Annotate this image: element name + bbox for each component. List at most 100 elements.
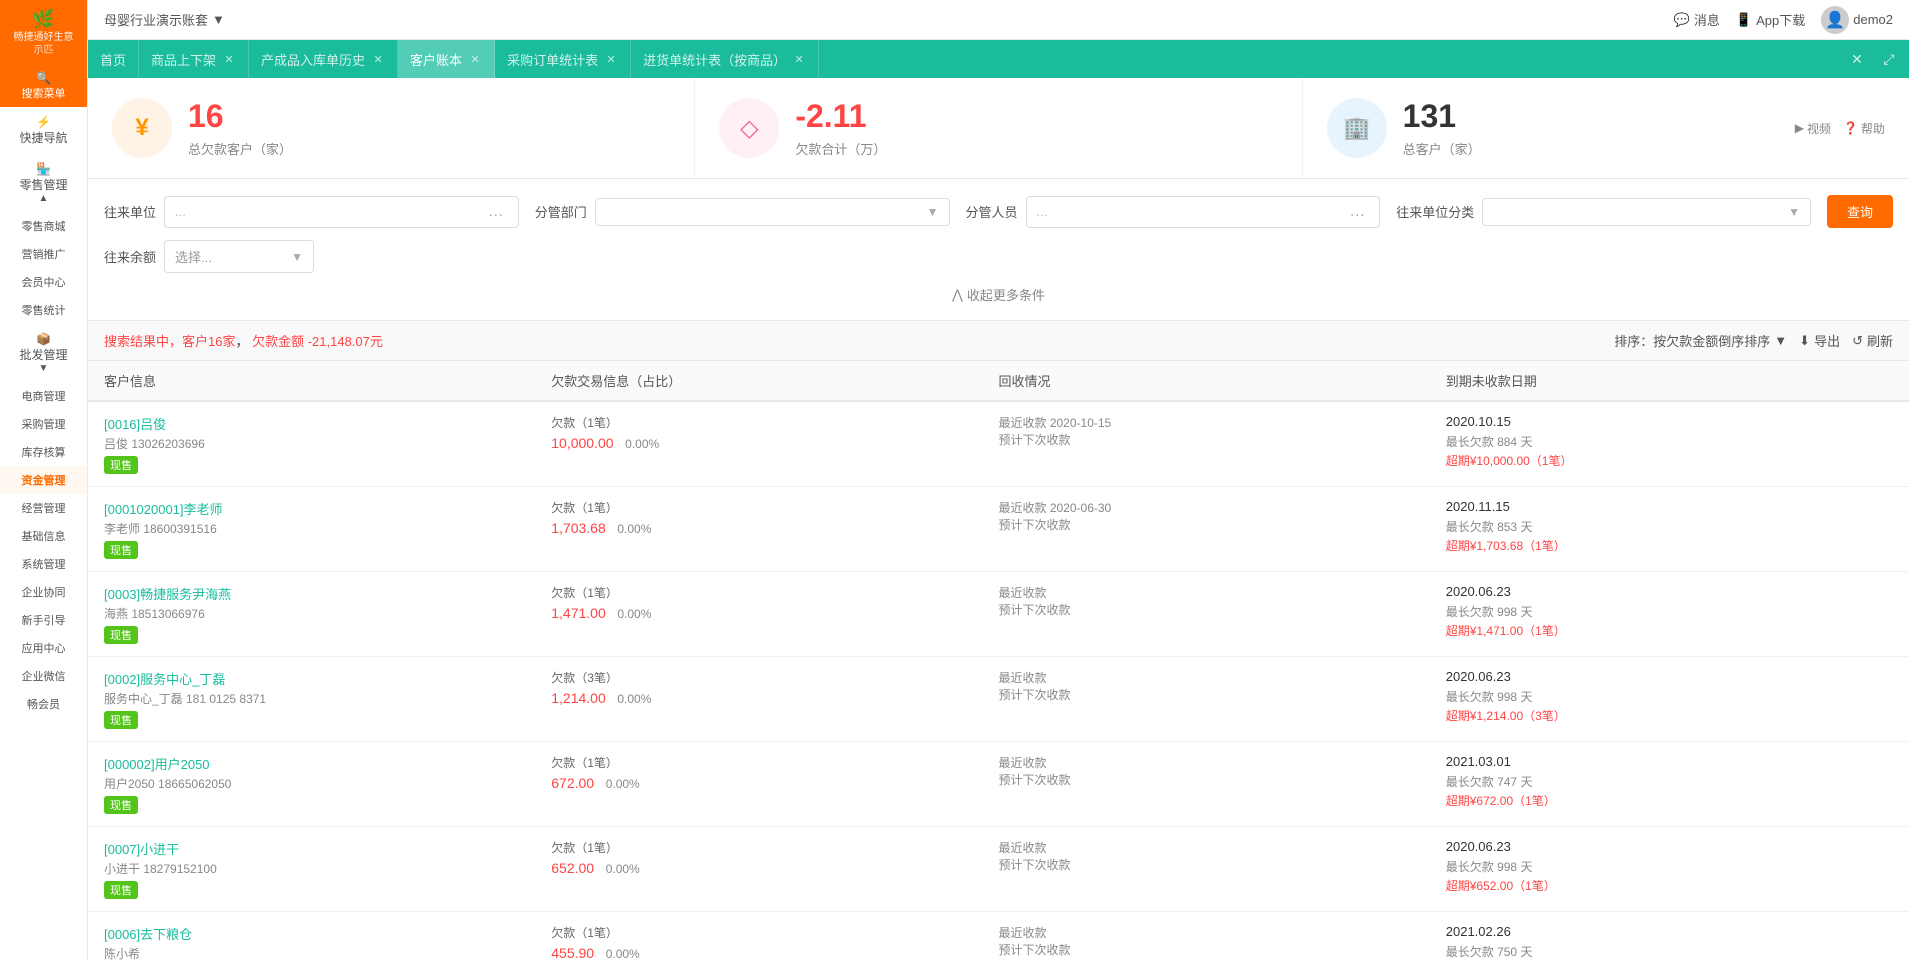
tab-purchase-stat[interactable]: 进货单统计表（按商品） ✕ (631, 40, 819, 78)
sidebar-item-operations[interactable]: 经营管理 (0, 494, 87, 522)
due-date: 2020.06.23 (1446, 584, 1893, 599)
latest-collection: 最近收款 (999, 669, 1446, 686)
sidebar-item-ecommerce[interactable]: 电商管理 (0, 382, 87, 410)
sidebar-item-vip-member[interactable]: 畅会员 (0, 690, 87, 718)
sidebar-item-basic-info[interactable]: 基础信息 (0, 522, 87, 550)
tab-product-toggle[interactable]: 商品上下架 ✕ (139, 40, 249, 78)
debt-amount-link[interactable]: 1,703.68 (551, 520, 606, 536)
table-header: 客户信息 欠款交易信息（占比） 回收情况 到期未收款日期 (88, 361, 1909, 402)
customer-cell: [0003]畅捷服务尹海燕 海燕 18513066976 现售 (104, 584, 551, 644)
sidebar-item-enterprise-wechat[interactable]: 企业微信 (0, 662, 87, 690)
overdue-link[interactable]: 超期¥1,214.00（3笔） (1446, 709, 1566, 723)
table-row: [0006]去下粮仓 陈小希 现售 欠款（1笔） 455.90 0.00% 最近… (88, 912, 1909, 961)
tab-close-purchase-order[interactable]: ✕ (604, 52, 618, 66)
debt-amount-link[interactable]: 10,000.00 (551, 435, 613, 451)
customer-name-link[interactable]: [0002]服务中心_丁磊 (104, 672, 225, 687)
debt-amount-link[interactable]: 1,214.00 (551, 690, 606, 706)
debt-desc: 欠款（1笔） (551, 839, 998, 856)
collection-cell: 最近收款 预计下次收款 (999, 754, 1446, 788)
collapse-filter-btn[interactable]: ⋀ 收起更多条件 (104, 285, 1893, 304)
sidebar-item-app-center[interactable]: 应用中心 (0, 634, 87, 662)
filter-area: 往来单位 ... … 分管部门 ▼ 分管人员 (88, 179, 1909, 321)
message-btn[interactable]: 💬 消息 (1674, 10, 1720, 29)
collection-cell: 最近收款 预计下次收款 (999, 839, 1446, 873)
sidebar-item-batch-mgmt[interactable]: 📦 批发管理 ▼ (0, 324, 87, 382)
debt-desc: 欠款（1笔） (551, 584, 998, 601)
collapse-icon: ⋀ (952, 287, 963, 303)
data-table: 客户信息 欠款交易信息（占比） 回收情况 到期未收款日期 [0016]吕俊 吕俊… (88, 361, 1909, 961)
latest-collection: 最近收款 (999, 584, 1446, 601)
tab-close-customer-account[interactable]: ✕ (468, 52, 482, 66)
due-date: 2020.06.23 (1446, 839, 1893, 854)
export-btn[interactable]: ⬇ 导出 (1799, 331, 1840, 350)
refresh-btn[interactable]: ↺ 刷新 (1852, 331, 1893, 350)
tab-close-product-toggle[interactable]: ✕ (222, 52, 236, 66)
query-button[interactable]: 查询 (1827, 195, 1893, 228)
unit-category-select[interactable]: ▼ (1482, 198, 1811, 226)
debt-cell: 欠款（3笔） 1,214.00 0.00% (551, 669, 998, 706)
sidebar-item-search-menu[interactable]: 🔍 搜索菜单 (0, 65, 87, 107)
customer-name-link[interactable]: [0001020001]李老师 (104, 502, 223, 517)
sidebar-item-finance[interactable]: 资金管理 (0, 466, 87, 494)
sidebar-item-retail-stat[interactable]: 零售统计 (0, 296, 87, 324)
source-unit-input[interactable]: ... … (164, 196, 519, 228)
overdue-link[interactable]: 超期¥672.00（1笔） (1446, 794, 1556, 808)
sidebar-item-retail-mgmt[interactable]: 🏪 零售管理 ▲ (0, 154, 87, 212)
customer-tag: 现售 (104, 626, 138, 644)
debt-amount-link[interactable]: 455.90 (551, 945, 594, 961)
table-body: [0016]吕俊 吕俊 13026203696 现售 欠款（1笔） 10,000… (88, 402, 1909, 961)
next-collection: 预计下次收款 (999, 856, 1446, 873)
customer-name-link[interactable]: [0006]去下粮仓 (104, 927, 192, 942)
sort-selector[interactable]: 排序：按欠款金额倒序排序 ▼ (1614, 331, 1787, 350)
dept-select[interactable]: ▼ (595, 198, 950, 226)
company-selector[interactable]: 母婴行业演示账套 ▼ (104, 10, 225, 29)
sidebar-item-quick-nav[interactable]: ⚡ 快捷导航 (0, 107, 87, 154)
debt-amount-link[interactable]: 652.00 (551, 860, 594, 876)
overdue-link[interactable]: 超期¥10,000.00（1笔） (1446, 454, 1573, 468)
sidebar-item-enterprise[interactable]: 企业协同 (0, 578, 87, 606)
tabs-expand-btn[interactable]: ⤢ (1877, 47, 1901, 71)
tab-close-production-history[interactable]: ✕ (371, 52, 385, 66)
video-btn[interactable]: ▶ 视频 (1795, 120, 1831, 137)
tabs-right: ✕ ⤢ (1837, 47, 1909, 71)
stats-row: ¥ 16 总欠款客户（家） ◇ -2.11 欠款合计（万） (88, 78, 1909, 179)
user-menu[interactable]: 👤 demo2 (1821, 6, 1893, 34)
debt-ratio: 0.00% (606, 777, 640, 791)
tabs-collapse-btn[interactable]: ✕ (1845, 47, 1869, 71)
chevron-down-icon: ▼ (212, 12, 225, 27)
customer-contact: 用户2050 18665062050 (104, 775, 551, 792)
debt-desc: 欠款（1笔） (551, 924, 998, 941)
customer-name-link[interactable]: [0016]吕俊 (104, 417, 166, 432)
sidebar-item-new-guide[interactable]: 新手引导 (0, 606, 87, 634)
tab-home[interactable]: 首页 (88, 40, 139, 78)
stat-label-debt-total: 欠款合计（万） (795, 139, 886, 158)
due-date: 2021.02.26 (1446, 924, 1893, 939)
table-row: [0016]吕俊 吕俊 13026203696 现售 欠款（1笔） 10,000… (88, 402, 1909, 487)
sidebar-item-system[interactable]: 系统管理 (0, 550, 87, 578)
tab-purchase-order[interactable]: 采购订单统计表 ✕ (495, 40, 631, 78)
debt-amount-link[interactable]: 672.00 (551, 775, 594, 791)
customer-name-link[interactable]: [0003]畅捷服务尹海燕 (104, 587, 231, 602)
tab-production-history[interactable]: 产成品入库单历史 ✕ (249, 40, 398, 78)
overdue-link[interactable]: 超期¥652.00（1笔） (1446, 879, 1556, 893)
person-input[interactable]: ... … (1026, 196, 1381, 228)
sidebar-item-member[interactable]: 会员中心 (0, 268, 87, 296)
balance-select[interactable]: 选择... ▼ (164, 240, 314, 273)
sidebar-item-marketing[interactable]: 营销推广 (0, 240, 87, 268)
sidebar-item-stock[interactable]: 库存核算 (0, 438, 87, 466)
sidebar-item-purchase[interactable]: 采购管理 (0, 410, 87, 438)
stat-number-total-customers: 131 (1403, 98, 1481, 135)
app-download-btn[interactable]: 📱 App下载 (1736, 10, 1805, 29)
col-header-collection: 回收情况 (999, 371, 1446, 390)
overdue-link[interactable]: 超期¥1,703.68（1笔） (1446, 539, 1566, 553)
debt-amount-link[interactable]: 1,471.00 (551, 605, 606, 621)
tab-close-purchase-stat[interactable]: ✕ (792, 52, 806, 66)
logo-subtitle: 示匹 (0, 44, 87, 57)
overdue-link[interactable]: 超期¥1,471.00（1笔） (1446, 624, 1566, 638)
tab-customer-account[interactable]: 客户账本 ✕ (398, 40, 495, 78)
help-btn[interactable]: ❓ 帮助 (1843, 120, 1885, 137)
company-name: 母婴行业演示账套 (104, 10, 208, 29)
customer-name-link[interactable]: [0007]小进干 (104, 842, 179, 857)
customer-name-link[interactable]: [000002]用户2050 (104, 757, 210, 772)
sidebar-item-retail-mall[interactable]: 零售商城 (0, 212, 87, 240)
